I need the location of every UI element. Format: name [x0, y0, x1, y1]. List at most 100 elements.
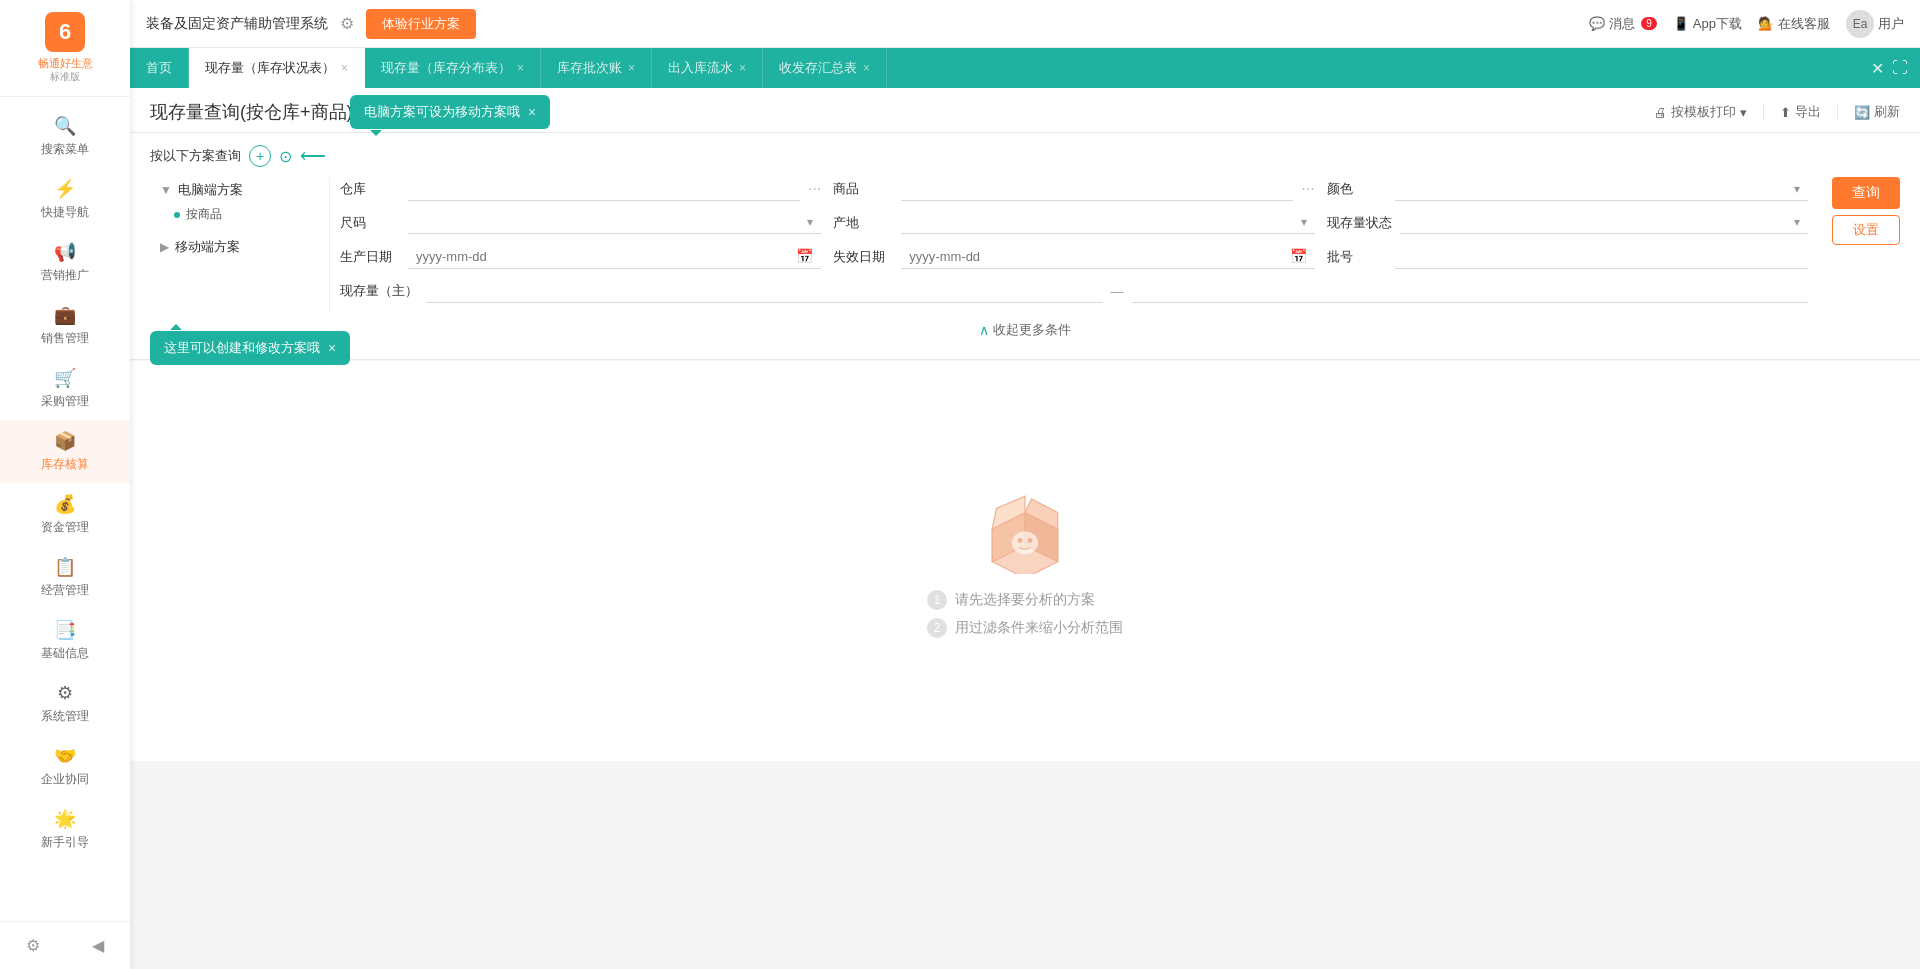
warehouse-input[interactable] — [408, 177, 800, 201]
logo-badge: 标准版 — [50, 70, 80, 84]
query-btn[interactable]: 查询 — [1832, 177, 1900, 209]
range-separator: — — [1111, 284, 1124, 299]
briefcase-icon: 💼 — [54, 304, 76, 326]
close-all-tabs-btn[interactable]: ✕ — [1871, 59, 1884, 78]
star-icon: 🌟 — [54, 808, 76, 830]
filter-edit-btn[interactable]: ⊙ — [279, 147, 292, 166]
tab-inout-flow[interactable]: 出入库流水 × — [652, 48, 763, 88]
field-batch: 批号 — [1327, 245, 1808, 269]
sidebar-item-guide[interactable]: 🌟 新手引导 — [0, 798, 130, 861]
support-btn[interactable]: 💁 在线客服 — [1758, 15, 1830, 33]
filter-header: 按以下方案查询 + ⊙ ⟵ 电脑方案可设为移动方案哦 × .tooltip-po… — [150, 145, 1900, 167]
exp-date-calendar-icon[interactable]: 📅 — [1290, 248, 1307, 264]
exp-date-field[interactable] — [909, 249, 1289, 264]
app-label: App下载 — [1693, 15, 1742, 33]
stock-status-select[interactable]: ▾ — [1400, 211, 1808, 234]
size-select-arrow: ▾ — [807, 215, 813, 229]
tab-stock-status[interactable]: 现存量（库存状况表） × — [189, 48, 365, 88]
tab-inout-flow-close[interactable]: × — [739, 61, 746, 75]
stock-qty-to[interactable] — [1132, 279, 1809, 303]
message-badge: 9 — [1641, 17, 1657, 30]
mobile-icon: 📱 — [1673, 16, 1689, 31]
batch-input[interactable] — [1395, 245, 1808, 269]
refresh-label: 刷新 — [1874, 103, 1900, 121]
set-btn[interactable]: 设置 — [1832, 215, 1900, 245]
user-btn[interactable]: Ea 用户 — [1846, 10, 1904, 38]
color-select[interactable]: ▾ — [1395, 178, 1808, 201]
tab-batch-ledger[interactable]: 库存批次账 × — [541, 48, 652, 88]
sidebar-footer: ⚙ ◀ — [0, 921, 130, 969]
scheme-desktop-group[interactable]: ▼ 电脑端方案 — [150, 177, 319, 203]
refresh-btn[interactable]: 🔄 刷新 — [1854, 103, 1900, 121]
sidebar-item-search[interactable]: 🔍 搜索菜单 — [0, 105, 130, 168]
prod-date-calendar-icon[interactable]: 📅 — [796, 248, 813, 264]
scheme-mobile-group[interactable]: ▶ 移动端方案 — [150, 234, 319, 260]
tab-collect-summary[interactable]: 收发存汇总表 × — [763, 48, 887, 88]
empty-tip-1: 1 请先选择要分析的方案 — [927, 590, 1123, 610]
tab-stock-dist[interactable]: 现存量（库存分布表） × — [365, 48, 541, 88]
sidebar-item-cooperation[interactable]: 🤝 企业协同 — [0, 735, 130, 798]
prod-date-field[interactable] — [416, 249, 796, 264]
warehouse-dots-btn[interactable]: ··· — [808, 180, 821, 198]
sidebar-item-inventory[interactable]: 📦 库存核算 — [0, 420, 130, 483]
tab-stock-dist-close[interactable]: × — [517, 61, 524, 75]
industry-solution-btn[interactable]: 体验行业方案 — [366, 9, 476, 39]
export-btn[interactable]: ⬆ 导出 — [1780, 103, 1821, 121]
sidebar-item-marketing[interactable]: 📢 营销推广 — [0, 231, 130, 294]
message-btn[interactable]: 💬 消息 9 — [1589, 15, 1657, 33]
maximize-btn[interactable]: ⛶ — [1892, 59, 1908, 77]
print-label: 按模板打印 — [1671, 103, 1736, 121]
prod-date-input[interactable]: 📅 — [408, 244, 821, 269]
tabbar: 首页 现存量（库存状况表） × 现存量（库存分布表） × 库存批次账 × 出入库… — [130, 48, 1920, 88]
message-icon: 💬 — [1589, 16, 1605, 31]
tab-inout-flow-label: 出入库流水 — [668, 59, 733, 77]
app-download-btn[interactable]: 📱 App下载 — [1673, 15, 1742, 33]
stock-qty-from[interactable] — [426, 279, 1103, 303]
scheme-item-by-goods[interactable]: 按商品 — [174, 203, 319, 226]
tab-home[interactable]: 首页 — [130, 48, 189, 88]
field-goods-input[interactable]: ··· — [901, 177, 1314, 201]
sidebar-item-purchase[interactable]: 🛒 采购管理 — [0, 357, 130, 420]
message-label: 消息 — [1609, 15, 1635, 33]
print-btn[interactable]: 🖨 按模板打印 ▾ — [1654, 103, 1747, 121]
sidebar-label-search: 搜索菜单 — [41, 141, 89, 158]
origin-select[interactable]: ▾ — [901, 211, 1314, 234]
tab-batch-ledger-close[interactable]: × — [628, 61, 635, 75]
field-goods: 商品 ··· — [833, 177, 1314, 201]
filter-label: 按以下方案查询 — [150, 147, 241, 165]
export-icon: ⬆ — [1780, 105, 1791, 120]
size-select[interactable]: ▾ — [408, 211, 821, 234]
page-content: 现存量查询(按仓库+商品) 🖨 按模板打印 ▾ ⬆ 导出 🔄 刷新 — [130, 88, 1920, 969]
exp-date-input[interactable]: 📅 — [901, 244, 1314, 269]
tab-stock-status-label: 现存量（库存状况表） — [205, 59, 335, 77]
field-warehouse-input[interactable]: ··· — [408, 177, 821, 201]
logo-char: 6 — [59, 19, 71, 45]
filter-add-btn[interactable]: + — [249, 145, 271, 167]
collapse-btn[interactable]: ∧ 收起更多条件 — [150, 313, 1900, 347]
filter-back-btn[interactable]: ⟵ — [300, 145, 326, 167]
field-color-label: 颜色 — [1327, 180, 1387, 198]
tab-stock-status-close[interactable]: × — [341, 61, 348, 75]
tab-collect-summary-close[interactable]: × — [863, 61, 870, 75]
topbar-settings-btn[interactable]: ⚙ — [340, 14, 354, 33]
topbar-right: 💬 消息 9 📱 App下载 💁 在线客服 Ea 用户 — [1589, 10, 1904, 38]
scheme-desktop-subs: 按商品 — [150, 203, 319, 226]
sidebar-item-assets[interactable]: 💰 资金管理 — [0, 483, 130, 546]
gear-icon: ⚙ — [57, 682, 73, 704]
settings-footer-btn[interactable]: ⚙ — [18, 932, 48, 959]
tooltip2-close[interactable]: × — [328, 340, 336, 356]
sidebar-item-base[interactable]: 📑 基础信息 — [0, 609, 130, 672]
tip-text-1: 请先选择要分析的方案 — [955, 591, 1095, 609]
sidebar-item-system[interactable]: ⚙ 系统管理 — [0, 672, 130, 735]
goods-input[interactable] — [901, 177, 1293, 201]
export-label: 导出 — [1795, 103, 1821, 121]
sidebar-item-sales[interactable]: 💼 销售管理 — [0, 294, 130, 357]
field-color: 颜色 ▾ — [1327, 178, 1808, 201]
sidebar-item-nav[interactable]: ⚡ 快捷导航 — [0, 168, 130, 231]
filter-fields-area: 仓库 ··· 商品 ··· — [340, 177, 1808, 313]
tooltip1-close[interactable]: × — [528, 104, 536, 120]
collapse-sidebar-btn[interactable]: ◀ — [84, 932, 112, 959]
goods-dots-btn[interactable]: ··· — [1301, 180, 1314, 198]
filter-row-3: 生产日期 📅 失效日期 📅 — [340, 244, 1808, 269]
sidebar-item-operations[interactable]: 📋 经营管理 — [0, 546, 130, 609]
